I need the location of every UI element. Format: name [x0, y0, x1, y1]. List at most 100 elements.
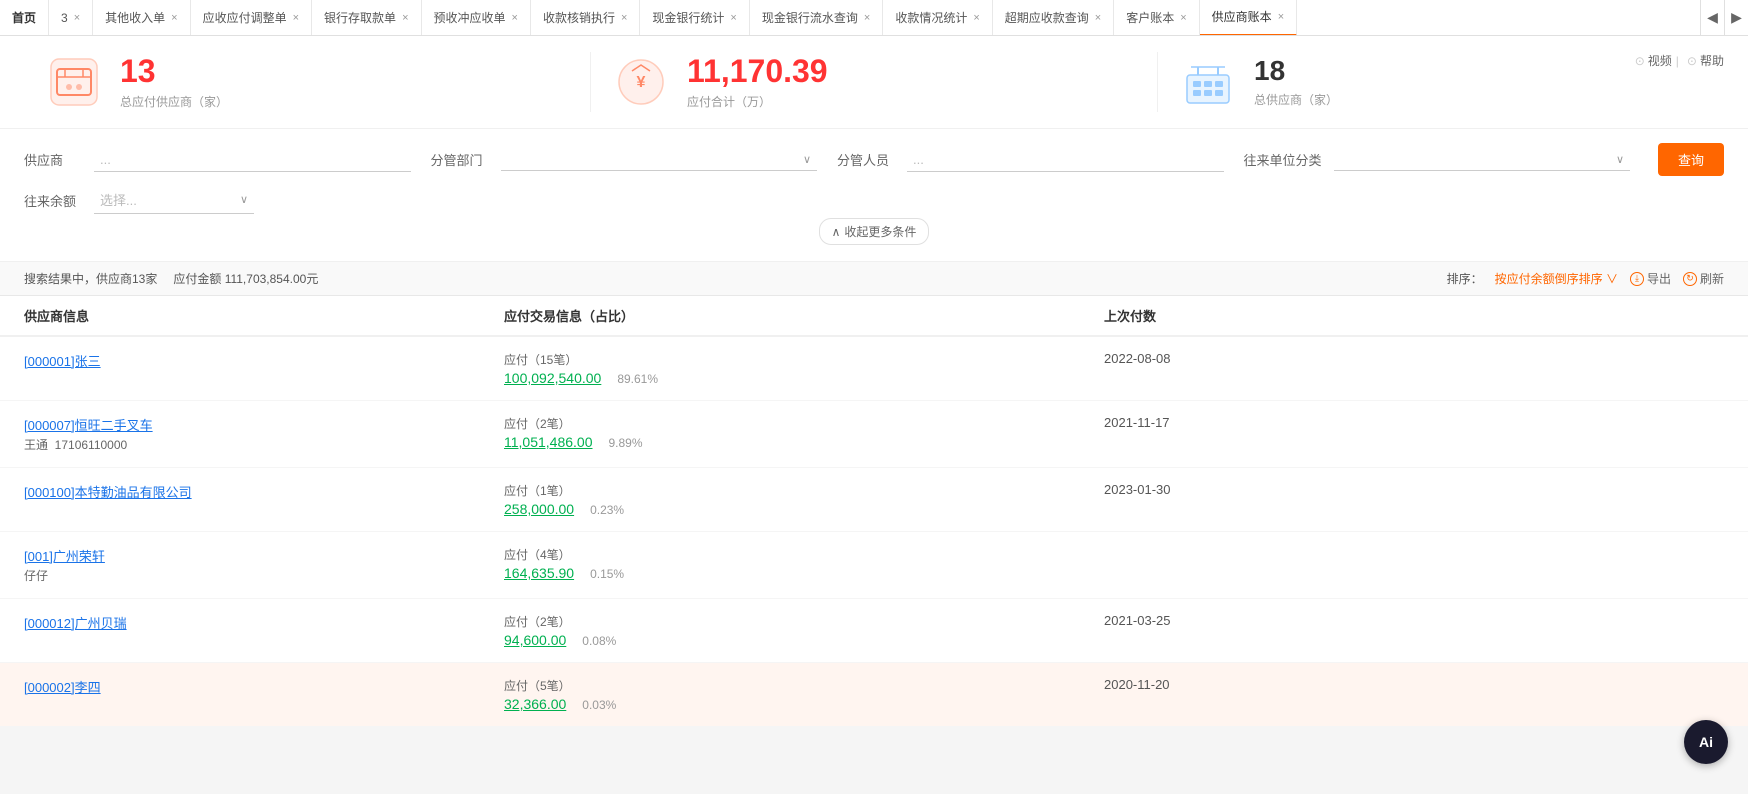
table-row: [001]广州荣轩 仔仔 应付（4笔） 164,635.90 0.15%: [0, 532, 1748, 599]
tab-adjustment[interactable]: 应收应付调整单 ×: [191, 0, 312, 36]
collapse-button[interactable]: ∧ 收起更多条件: [819, 218, 930, 245]
tab-overdue[interactable]: 超期应收款查询 ×: [993, 0, 1114, 36]
transaction-info-3: 应付（4笔） 164,635.90 0.15%: [504, 546, 1104, 581]
tab-home-label: 首页: [12, 9, 36, 26]
supplier-name-1: [000007]恒旺二手叉车: [24, 415, 504, 434]
nav-arrows: ◀ ▶: [1700, 0, 1748, 36]
total-suppliers-icon: [1178, 52, 1238, 112]
close-icon[interactable]: ×: [293, 12, 299, 24]
tab-advance[interactable]: 预收冲应收单 ×: [422, 0, 531, 36]
total-suppliers-label: 总供应商（家）: [1254, 91, 1338, 108]
tab-supplier-ledger[interactable]: 供应商账本 ×: [1200, 0, 1297, 36]
table-header: 供应商信息 应付交易信息（占比） 上次付数: [0, 296, 1748, 337]
refresh-label: 刷新: [1700, 270, 1724, 287]
close-icon[interactable]: ×: [512, 12, 518, 24]
supplier-name-2: [000100]本特勤油品有限公司: [24, 482, 504, 501]
close-icon[interactable]: ×: [402, 12, 408, 24]
tab-collection[interactable]: 收款核销执行 ×: [531, 0, 640, 36]
tab-customer-ledger[interactable]: 客户账本 ×: [1114, 0, 1199, 36]
payable-suppliers-number: 13: [120, 54, 228, 89]
trans-percent-4: 0.08%: [582, 634, 616, 648]
supplier-link-5[interactable]: [000002]李四: [24, 680, 101, 695]
supplier-input[interactable]: ...: [94, 148, 411, 172]
chevron-down-icon2: ∨: [1616, 153, 1624, 166]
supplier-placeholder: ...: [100, 152, 111, 167]
circle-icon: ⊙: [1635, 54, 1645, 68]
close-icon[interactable]: ×: [1278, 11, 1284, 23]
video-link[interactable]: 视频: [1648, 52, 1672, 69]
tab-overdue-label: 超期应收款查询: [1005, 9, 1089, 26]
supplier-link-3[interactable]: [001]广州荣轩: [24, 549, 105, 564]
dept-label: 分管部门: [431, 150, 501, 169]
lastpay-2: 2023-01-30: [1104, 482, 1724, 497]
transaction-info-0: 应付（15笔） 100,092,540.00 89.61%: [504, 351, 1104, 386]
close-icon[interactable]: ×: [864, 12, 870, 24]
filter-row-1: 供应商 ... 分管部门 ∨ 分管人员 ... 往来单位分类 ∨: [24, 143, 1724, 176]
supplier-link-4[interactable]: [000012]广州贝瑞: [24, 616, 127, 631]
summary-card-payable-suppliers: 13 总应付供应商（家）: [24, 52, 590, 112]
sort-select[interactable]: 按应付余额倒序排序 ∨: [1495, 270, 1618, 287]
category-select[interactable]: ∨: [1334, 149, 1631, 171]
tab-3-label: 3: [61, 11, 68, 25]
supplier-info-3: [001]广州荣轩 仔仔: [24, 546, 504, 584]
trans-row-2: 258,000.00 0.23%: [504, 501, 1104, 517]
close-icon[interactable]: ×: [1095, 12, 1101, 24]
nav-prev-arrow[interactable]: ◀: [1700, 0, 1724, 36]
trans-amount-5[interactable]: 32,366.00: [504, 696, 566, 712]
tab-cash-bank-label: 现金银行统计: [652, 9, 724, 26]
trans-label-2: 应付（1笔）: [504, 482, 1104, 499]
supplier-link-1[interactable]: [000007]恒旺二手叉车: [24, 418, 153, 433]
person-input[interactable]: ...: [907, 148, 1224, 172]
dept-select[interactable]: ∨: [501, 149, 818, 171]
close-icon[interactable]: ×: [74, 12, 80, 24]
tab-other-income-label: 其他收入单: [105, 9, 165, 26]
trans-label-0: 应付（15笔）: [504, 351, 1104, 368]
chevron-down-icon3: ∨: [240, 193, 248, 206]
export-label: 导出: [1647, 270, 1671, 287]
trans-amount-3[interactable]: 164,635.90: [504, 565, 574, 581]
close-icon[interactable]: ×: [171, 12, 177, 24]
supplier-name-5: [000002]李四: [24, 677, 504, 696]
summary-bar: 13 总应付供应商（家） ¥ 11,170.39 应付合计（万）: [0, 36, 1748, 129]
tab-other-income[interactable]: 其他收入单 ×: [93, 0, 190, 36]
trans-amount-1[interactable]: 11,051,486.00: [504, 434, 593, 450]
circle-icon2: ⊙: [1687, 54, 1697, 68]
tab-cash-bank[interactable]: 现金银行统计 ×: [640, 0, 749, 36]
chevron-down-icon: ∨: [803, 153, 811, 166]
search-button[interactable]: 查询: [1658, 143, 1724, 176]
collapse-icon: ∧: [832, 225, 841, 239]
trans-amount-0[interactable]: 100,092,540.00: [504, 370, 601, 386]
balance-select[interactable]: 选择... ∨: [94, 186, 254, 214]
trans-row-0: 100,092,540.00 89.61%: [504, 370, 1104, 386]
trans-amount-4[interactable]: 94,600.00: [504, 632, 566, 648]
export-button[interactable]: ⤓ 导出: [1630, 270, 1671, 287]
close-icon[interactable]: ×: [973, 12, 979, 24]
supplier-link-0[interactable]: [000001]张三: [24, 354, 101, 369]
trans-amount-2[interactable]: 258,000.00: [504, 501, 574, 517]
ai-button[interactable]: Ai: [1684, 720, 1728, 764]
close-icon[interactable]: ×: [621, 12, 627, 24]
balance-placeholder: 选择...: [100, 190, 137, 209]
result-supplier-count: 搜索结果中，供应商13家: [24, 270, 157, 287]
supplier-link-2[interactable]: [000100]本特勤油品有限公司: [24, 485, 192, 500]
trans-row-5: 32,366.00 0.03%: [504, 696, 1104, 712]
supplier-label: 供应商: [24, 150, 94, 169]
tab-cash-flow[interactable]: 现金银行流水查询 ×: [750, 0, 883, 36]
lastpay-0: 2022-08-08: [1104, 351, 1724, 366]
tab-bank[interactable]: 银行存取款单 ×: [312, 0, 421, 36]
help-link[interactable]: 帮助: [1700, 52, 1724, 69]
table-row: [000012]广州贝瑞 应付（2笔） 94,600.00 0.08% 2021…: [0, 599, 1748, 663]
nav-next-arrow[interactable]: ▶: [1724, 0, 1748, 36]
trans-label-4: 应付（2笔）: [504, 613, 1104, 630]
table-row: [000002]李四 应付（5笔） 32,366.00 0.03% 2020-1…: [0, 663, 1748, 727]
trans-label-5: 应付（5笔）: [504, 677, 1104, 694]
close-icon[interactable]: ×: [730, 12, 736, 24]
tab-home[interactable]: 首页: [0, 0, 49, 36]
close-icon[interactable]: ×: [1180, 12, 1186, 24]
tab-collect-stat[interactable]: 收款情况统计 ×: [883, 0, 992, 36]
refresh-button[interactable]: ↻ 刷新: [1683, 270, 1724, 287]
tab-supplier-ledger-label: 供应商账本: [1212, 8, 1272, 25]
sort-arrow: ∨: [1606, 272, 1618, 286]
collapse-label: 收起更多条件: [844, 223, 916, 240]
tab-3[interactable]: 3 ×: [49, 0, 93, 36]
